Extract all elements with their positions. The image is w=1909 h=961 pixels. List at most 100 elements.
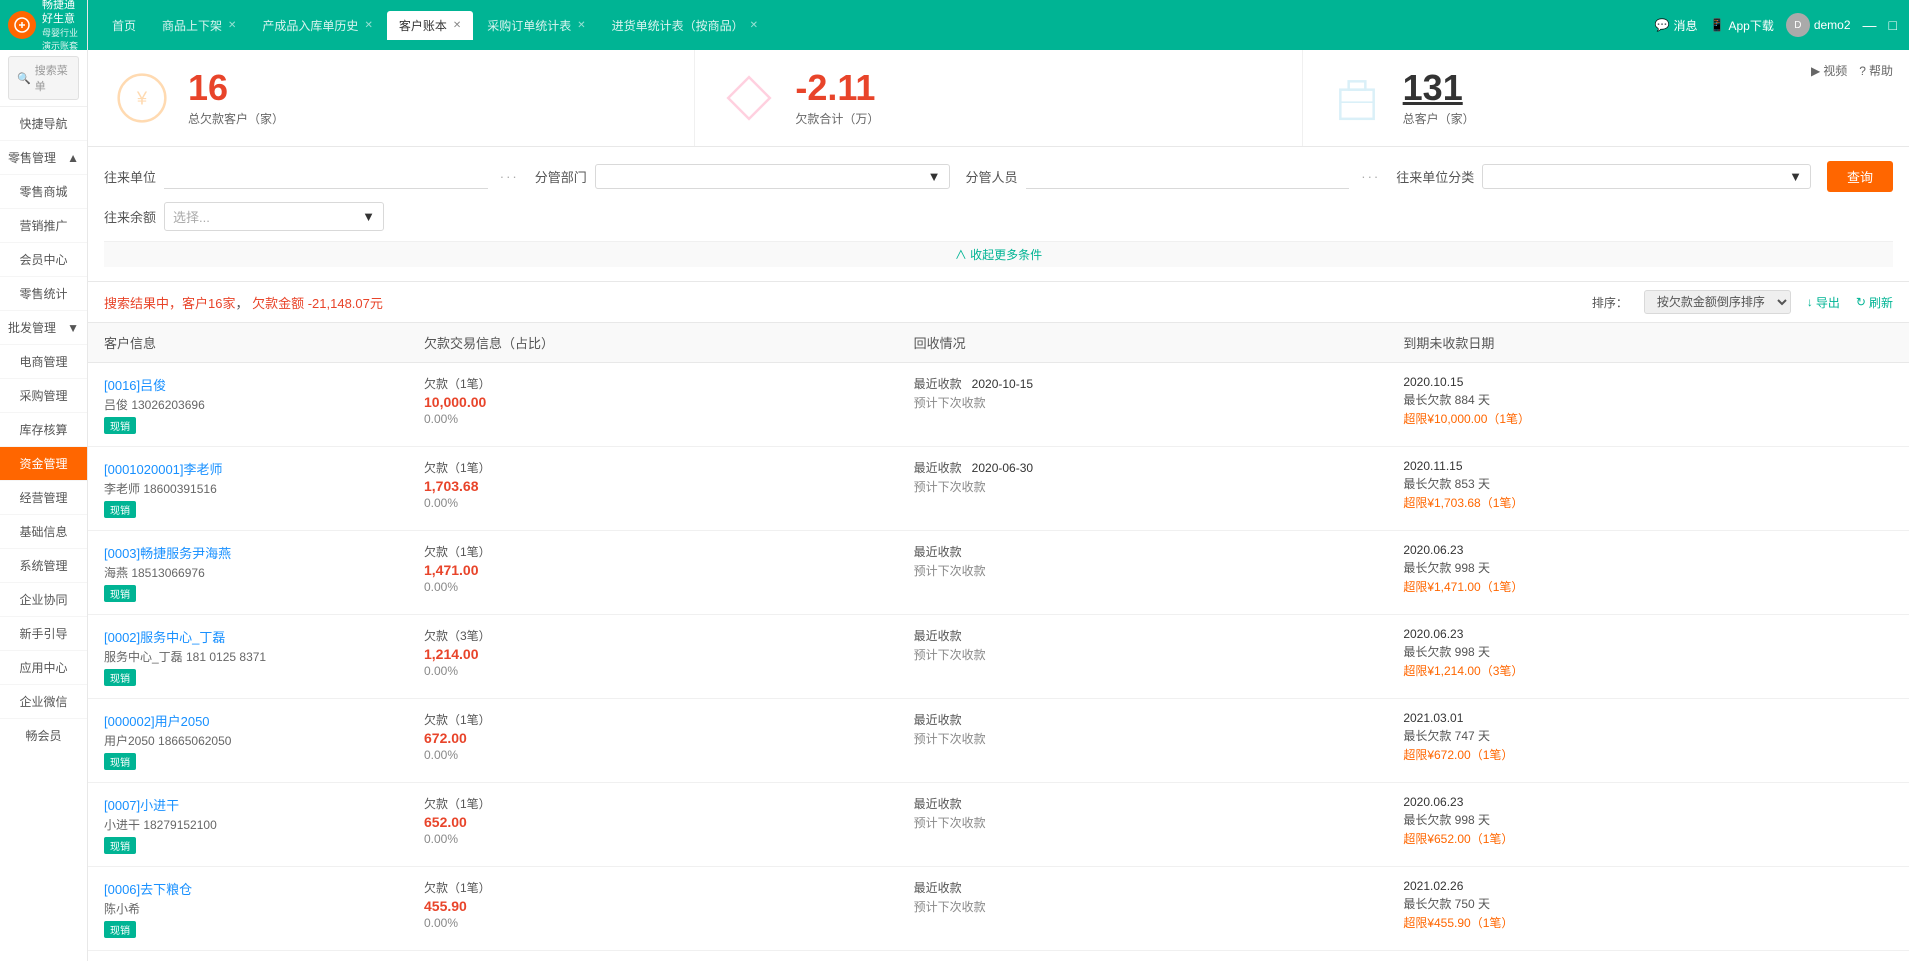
sidebar-item-batch-mgmt[interactable]: 批发管理▼	[0, 311, 87, 345]
origin-unit-dots[interactable]: ···	[500, 169, 519, 184]
col-debt: 欠款交易信息（占比）	[424, 333, 914, 352]
balance-select[interactable]: 选择... ▼	[164, 202, 384, 231]
sidebar-item-purchase[interactable]: 采购管理	[0, 379, 87, 413]
sidebar-item-app-center[interactable]: 应用中心	[0, 651, 87, 685]
payback-info-1: 最近收款 2020-06-30 预计下次收款	[914, 459, 1404, 495]
person-dots[interactable]: ···	[1361, 169, 1380, 184]
sort-select[interactable]: 按欠款金额倒序排序	[1644, 290, 1791, 314]
collapse-filters-btn[interactable]: ∧ 收起更多条件	[104, 241, 1893, 267]
overdue-amount-1[interactable]: 超限¥1,703.68（1笔）	[1403, 494, 1893, 511]
app-sub: 母婴行业演示账套	[42, 26, 79, 52]
tab-customer-account[interactable]: 客户账本 ✕	[387, 11, 473, 40]
tab-products-off[interactable]: 商品上下架 ✕	[150, 11, 248, 40]
payback-info-4: 最近收款 预计下次收款	[914, 711, 1404, 747]
sidebar-item-retail-mall[interactable]: 零售商城	[0, 175, 87, 209]
export-btn[interactable]: ↓ 导出	[1807, 294, 1840, 311]
close-tab-prod-history[interactable]: ✕	[364, 20, 372, 31]
sidebar-item-retail-mgmt[interactable]: 零售管理▲	[0, 141, 87, 175]
close-tab-customer-account[interactable]: ✕	[453, 20, 461, 31]
close-tab-purchase-stat[interactable]: ✕	[750, 20, 758, 31]
customer-info-5: [0007]小进干 小进干 18279152100 现销	[104, 795, 424, 854]
overdue-amount-4[interactable]: 超限¥672.00（1笔）	[1403, 746, 1893, 763]
sidebar-item-marketing[interactable]: 营销推广	[0, 209, 87, 243]
video-btn[interactable]: ▶ 视频	[1811, 62, 1847, 79]
tab-home[interactable]: 首页	[100, 11, 148, 40]
tab-purchase-order[interactable]: 采购订单统计表 ✕	[475, 11, 597, 40]
window-maximize[interactable]: □	[1889, 17, 1897, 33]
sidebar-item-stock[interactable]: 库存核算	[0, 413, 87, 447]
sidebar-item-wecom[interactable]: 企业微信	[0, 685, 87, 719]
sidebar-item-newbie[interactable]: 新手引导	[0, 617, 87, 651]
message-btn[interactable]: 💬 消息	[1655, 17, 1698, 34]
customer-name-5[interactable]: [0007]小进干	[104, 795, 424, 814]
money-icon: ¥	[112, 68, 172, 128]
dept-select[interactable]: ▼	[595, 164, 950, 189]
sidebar-item-ecommerce[interactable]: 电商管理	[0, 345, 87, 379]
customer-tag-6: 现销	[104, 921, 136, 938]
col-customer: 客户信息	[104, 333, 424, 352]
tab-prod-history[interactable]: 产成品入库单历史 ✕	[250, 11, 384, 40]
app-download-btn[interactable]: 📱 App下载	[1710, 17, 1774, 34]
customer-info-3: [0002]服务中心_丁磊 服务中心_丁磊 181 0125 8371 现销	[104, 627, 424, 686]
customer-name-4[interactable]: [000002]用户2050	[104, 711, 424, 730]
refresh-btn[interactable]: ↻ 刷新	[1856, 294, 1893, 311]
sidebar-item-capital[interactable]: 资金管理	[0, 447, 87, 481]
origin-unit-label: 往来单位	[104, 167, 156, 186]
debt-amount-0: 10,000.00	[424, 394, 914, 410]
overdue-amount-2[interactable]: 超限¥1,471.00（1笔）	[1403, 578, 1893, 595]
data-table: 客户信息 欠款交易信息（占比） 回收情况 到期未收款日期 [0016]吕俊 吕俊…	[88, 323, 1909, 961]
refresh-icon: ↻	[1856, 295, 1866, 309]
customer-tag-4: 现销	[104, 753, 136, 770]
debt-customers-label: 总欠款客户（家）	[188, 110, 284, 127]
arrow-icon2: ▼	[67, 321, 79, 335]
overdue-amount-0[interactable]: 超限¥10,000.00（1笔）	[1403, 410, 1893, 427]
sidebar-item-member[interactable]: 会员中心	[0, 243, 87, 277]
close-tab-purchase-order[interactable]: ✕	[577, 20, 585, 31]
origin-unit-input[interactable]	[164, 165, 488, 189]
topbar-actions: 💬 消息 📱 App下载 D demo2 — □	[1655, 13, 1897, 37]
close-tab-products-off[interactable]: ✕	[228, 20, 236, 31]
sidebar-item-retail-stat[interactable]: 零售统计	[0, 277, 87, 311]
unit-category-label: 往来单位分类	[1396, 167, 1474, 186]
customer-name-0[interactable]: [0016]吕俊	[104, 375, 424, 394]
search-button[interactable]: 查询	[1827, 161, 1893, 192]
total-customers-number: 131	[1403, 70, 1475, 106]
customer-name-6[interactable]: [0006]去下粮仓	[104, 879, 424, 898]
customer-tag-0: 现销	[104, 417, 136, 434]
col-overdue: 到期未收款日期	[1403, 333, 1893, 352]
debt-info-1: 欠款（1笔） 1,703.68 0.00%	[424, 459, 914, 510]
video-icon: ▶	[1811, 64, 1820, 78]
total-customers-label: 总客户（家）	[1403, 110, 1475, 127]
filter-origin-unit: 往来单位 ···	[104, 165, 519, 189]
table-row: [000001]黄思源 黄思源 13552700226 现销 欠款（1笔） 42…	[88, 951, 1909, 961]
payback-info-5: 最近收款 预计下次收款	[914, 795, 1404, 831]
svg-text:¥: ¥	[136, 88, 148, 109]
customer-name-3[interactable]: [0002]服务中心_丁磊	[104, 627, 424, 646]
sidebar-item-enterprise[interactable]: 企业协同	[0, 583, 87, 617]
unit-category-select[interactable]: ▼	[1482, 164, 1811, 189]
overdue-amount-5[interactable]: 超限¥652.00（1笔）	[1403, 830, 1893, 847]
customer-name-2[interactable]: [0003]畅捷服务尹海燕	[104, 543, 424, 562]
tab-purchase-stat[interactable]: 进货单统计表（按商品） ✕	[600, 11, 770, 40]
customer-name-1[interactable]: [0001020001]李老师	[104, 459, 424, 478]
customer-phone-1: 李老师 18600391516	[104, 480, 424, 497]
person-label: 分管人员	[966, 167, 1018, 186]
table-row: [0016]吕俊 吕俊 13026203696 现销 欠款（1笔） 10,000…	[88, 363, 1909, 447]
sidebar-item-system[interactable]: 系统管理	[0, 549, 87, 583]
overdue-amount-6[interactable]: 超限¥455.90（1笔）	[1403, 914, 1893, 931]
search-menu-btn[interactable]: 🔍 搜索菜单	[8, 56, 79, 100]
window-minimize[interactable]: —	[1863, 17, 1877, 33]
overdue-amount-3[interactable]: 超限¥1,214.00（3笔）	[1403, 662, 1893, 679]
chevron-down-icon2: ▼	[1789, 169, 1802, 184]
overdue-info-1: 2020.11.15 最长欠款 853 天 超限¥1,703.68（1笔）	[1403, 459, 1893, 511]
debt-amount-5: 652.00	[424, 814, 914, 830]
sidebar-item-operations[interactable]: 经营管理	[0, 481, 87, 515]
sidebar-item-basic[interactable]: 基础信息	[0, 515, 87, 549]
user-avatar[interactable]: D demo2	[1786, 13, 1851, 37]
help-btn[interactable]: ? 帮助	[1859, 62, 1893, 79]
customer-phone-6: 陈小希	[104, 900, 424, 917]
person-input[interactable]	[1026, 165, 1350, 189]
sidebar-quick-nav[interactable]: 快捷导航	[0, 107, 87, 141]
app-name: 畅捷通好生意	[42, 0, 79, 26]
sidebar-item-vip[interactable]: 畅会员	[0, 719, 87, 752]
